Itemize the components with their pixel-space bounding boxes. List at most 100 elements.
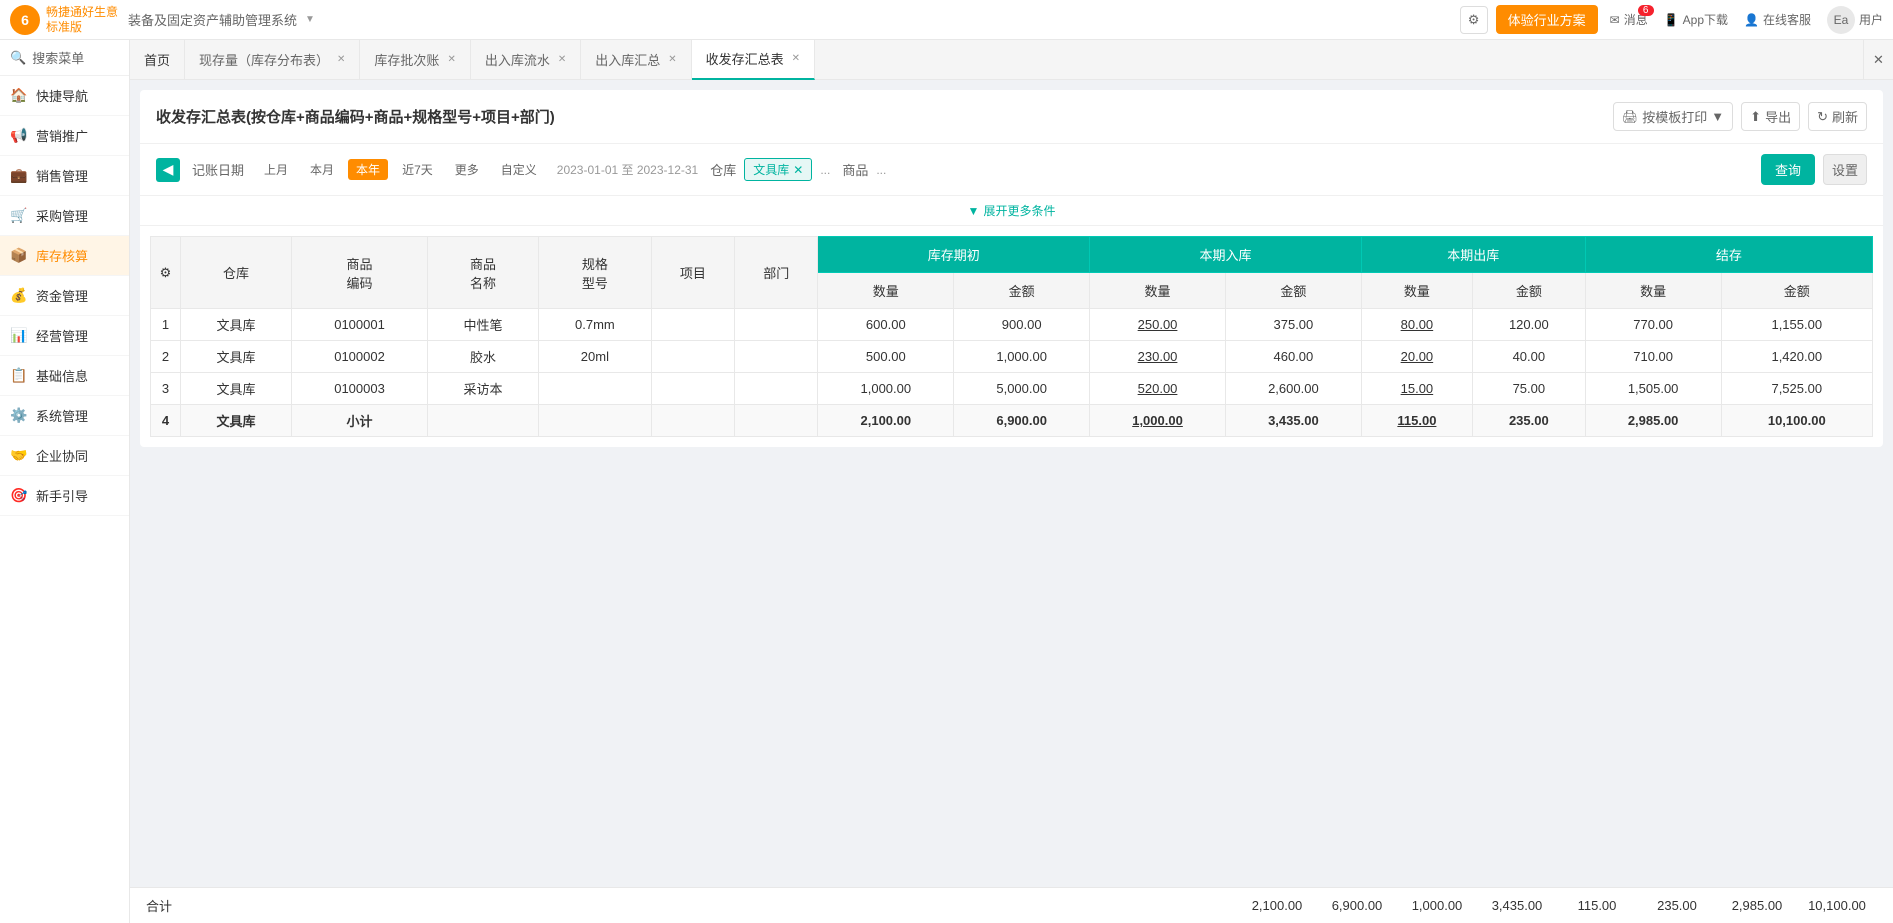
date-btn-more[interactable]: 更多 — [447, 159, 487, 180]
filter-collapse-button[interactable]: ◀ — [156, 158, 180, 182]
content-panel: 收发存汇总表(按仓库+商品编码+商品+规格型号+项目+部门) 🖨 按模板打印 ▼… — [140, 90, 1883, 447]
system-title: 装备及固定资产辅助管理系统 — [128, 10, 297, 29]
cooperation-icon: 🤝 — [10, 447, 28, 465]
col-header-period-out: 本期出库 — [1361, 237, 1585, 273]
tab-close-icon[interactable]: ✕ — [668, 54, 676, 65]
sidebar-item-purchase[interactable]: 🛒 采购管理 — [0, 196, 129, 236]
setting-button[interactable]: 设置 — [1823, 154, 1867, 185]
row2-in-qty[interactable]: 230.00 — [1090, 341, 1226, 373]
row3-out-qty[interactable]: 15.00 — [1361, 373, 1472, 405]
expand-icon: ▼ — [968, 204, 980, 218]
tab-close-active-icon[interactable]: ✕ — [792, 53, 800, 64]
goods-filter: 商品 ... — [842, 160, 886, 179]
refresh-button[interactable]: ↻ 刷新 — [1808, 102, 1867, 131]
table-settings-th[interactable]: ⚙ — [151, 237, 181, 309]
tab-inventory-distribution[interactable]: 现存量（库存分布表） ✕ — [185, 40, 360, 80]
date-btn-7days[interactable]: 近7天 — [394, 159, 441, 180]
goods-more[interactable]: ... — [876, 163, 886, 177]
message-icon: ✉ — [1610, 13, 1620, 27]
system-title-area: 装备及固定资产辅助管理系统 ▼ — [128, 10, 1460, 29]
row2-bal-qty: 710.00 — [1585, 341, 1721, 373]
total-bal-qty: 2,985.00 — [1717, 898, 1797, 913]
logo-icon: 6 — [10, 5, 40, 35]
col-start-qty: 数量 — [818, 273, 954, 309]
subtotal-in-qty[interactable]: 1,000.00 — [1090, 405, 1226, 437]
subtotal-start-amt: 6,900.00 — [954, 405, 1090, 437]
table-row: 1 文具库 0100001 中性笔 0.7mm 600.00 900.00 — [151, 309, 1873, 341]
top-bar: 6 畅捷通好生意 标准版 装备及固定资产辅助管理系统 ▼ ⚙ 体验行业方案 ✉ … — [0, 0, 1893, 40]
date-btn-this-month[interactable]: 本月 — [302, 159, 342, 180]
message-badge: 6 — [1638, 5, 1654, 16]
row3-project — [651, 373, 734, 405]
row3-no: 3 — [151, 373, 181, 405]
tab-close-icon[interactable]: ✕ — [337, 54, 345, 65]
row2-out-qty[interactable]: 20.00 — [1361, 341, 1472, 373]
sidebar-item-system[interactable]: ⚙️ 系统管理 — [0, 396, 129, 436]
date-btn-this-year[interactable]: 本年 — [348, 159, 388, 180]
inventory-icon: 📦 — [10, 247, 28, 265]
date-btn-custom[interactable]: 自定义 — [493, 159, 545, 180]
refresh-icon: ↻ — [1817, 109, 1828, 125]
row1-project — [651, 309, 734, 341]
settings-gear-button[interactable]: ⚙ — [1460, 6, 1488, 34]
row3-name: 采访本 — [427, 373, 538, 405]
sidebar-item-marketing[interactable]: 📢 营销推广 — [0, 116, 129, 156]
tab-batch-ledger[interactable]: 库存批次账 ✕ — [360, 40, 470, 80]
trial-button[interactable]: 体验行业方案 — [1496, 5, 1598, 34]
row2-out-amt: 40.00 — [1472, 341, 1585, 373]
sidebar-item-cooperation[interactable]: 🤝 企业协同 — [0, 436, 129, 476]
warehouse-more[interactable]: ... — [820, 163, 830, 177]
sidebar-item-newbie[interactable]: 🎯 新手引导 — [0, 476, 129, 516]
app-download-button[interactable]: 📱 App下载 — [1664, 11, 1728, 28]
row3-start-amt: 5,000.00 — [954, 373, 1090, 405]
row3-start-qty: 1,000.00 — [818, 373, 954, 405]
row3-dept — [735, 373, 818, 405]
subtotal-out-qty[interactable]: 115.00 — [1361, 405, 1472, 437]
messages-button[interactable]: ✉ 消息 6 — [1610, 11, 1648, 28]
user-button[interactable]: Ea 用户 — [1827, 6, 1883, 34]
sidebar-item-inventory[interactable]: 📦 库存核算 — [0, 236, 129, 276]
tab-inout-flow[interactable]: 出入库流水 ✕ — [471, 40, 581, 80]
row2-bal-amt: 1,420.00 — [1721, 341, 1872, 373]
col-in-qty: 数量 — [1090, 273, 1226, 309]
tab-close-icon[interactable]: ✕ — [558, 54, 566, 65]
query-button[interactable]: 查询 — [1761, 154, 1815, 185]
row1-out-qty[interactable]: 80.00 — [1361, 309, 1472, 341]
tab-inout-summary[interactable]: 出入库汇总 ✕ — [581, 40, 691, 80]
warehouse-filter: 仓库 文具库 ✕ ... — [710, 158, 830, 181]
row1-in-qty[interactable]: 250.00 — [1090, 309, 1226, 341]
row1-in-amt: 375.00 — [1225, 309, 1361, 341]
row3-in-qty[interactable]: 520.00 — [1090, 373, 1226, 405]
sidebar-item-quick-nav[interactable]: 🏠 快捷导航 — [0, 76, 129, 116]
sidebar-item-operations[interactable]: 📊 经营管理 — [0, 316, 129, 356]
system-dropdown-arrow[interactable]: ▼ — [305, 14, 315, 25]
total-bal-amt: 10,100.00 — [1797, 898, 1877, 913]
tab-stock-summary[interactable]: 收发存汇总表 ✕ — [692, 40, 815, 80]
search-menu[interactable]: 🔍 搜索菜单 — [0, 40, 129, 76]
tab-bar-close-all[interactable]: ✕ — [1863, 40, 1893, 80]
print-button[interactable]: 🖨 按模板打印 ▼ — [1613, 102, 1733, 131]
sidebar-item-basic[interactable]: 📋 基础信息 — [0, 356, 129, 396]
row2-project — [651, 341, 734, 373]
warehouse-tag-close[interactable]: ✕ — [793, 163, 803, 177]
row1-start-amt: 900.00 — [954, 309, 1090, 341]
col-bal-amt: 金额 — [1721, 273, 1872, 309]
total-start-qty: 2,100.00 — [1237, 898, 1317, 913]
col-header-balance: 结存 — [1585, 237, 1872, 273]
expand-button[interactable]: ▼ 展开更多条件 — [968, 202, 1056, 219]
subtotal-bal-qty: 2,985.00 — [1585, 405, 1721, 437]
export-button[interactable]: ⬆ 导出 — [1741, 102, 1800, 131]
warehouse-tag[interactable]: 文具库 ✕ — [744, 158, 812, 181]
row2-in-amt: 460.00 — [1225, 341, 1361, 373]
user-avatar: Ea — [1827, 6, 1855, 34]
tab-home[interactable]: 首页 — [130, 40, 185, 80]
total-label: 合计 — [146, 896, 366, 915]
date-btn-last-month[interactable]: 上月 — [256, 159, 296, 180]
online-service-button[interactable]: 👤 在线客服 — [1744, 11, 1811, 28]
sidebar-item-finance[interactable]: 💰 资金管理 — [0, 276, 129, 316]
subtotal-in-amt: 3,435.00 — [1225, 405, 1361, 437]
row2-warehouse: 文具库 — [181, 341, 292, 373]
sidebar-item-sales[interactable]: 💼 销售管理 — [0, 156, 129, 196]
col-header-name: 商品名称 — [427, 237, 538, 309]
tab-close-icon[interactable]: ✕ — [447, 54, 455, 65]
